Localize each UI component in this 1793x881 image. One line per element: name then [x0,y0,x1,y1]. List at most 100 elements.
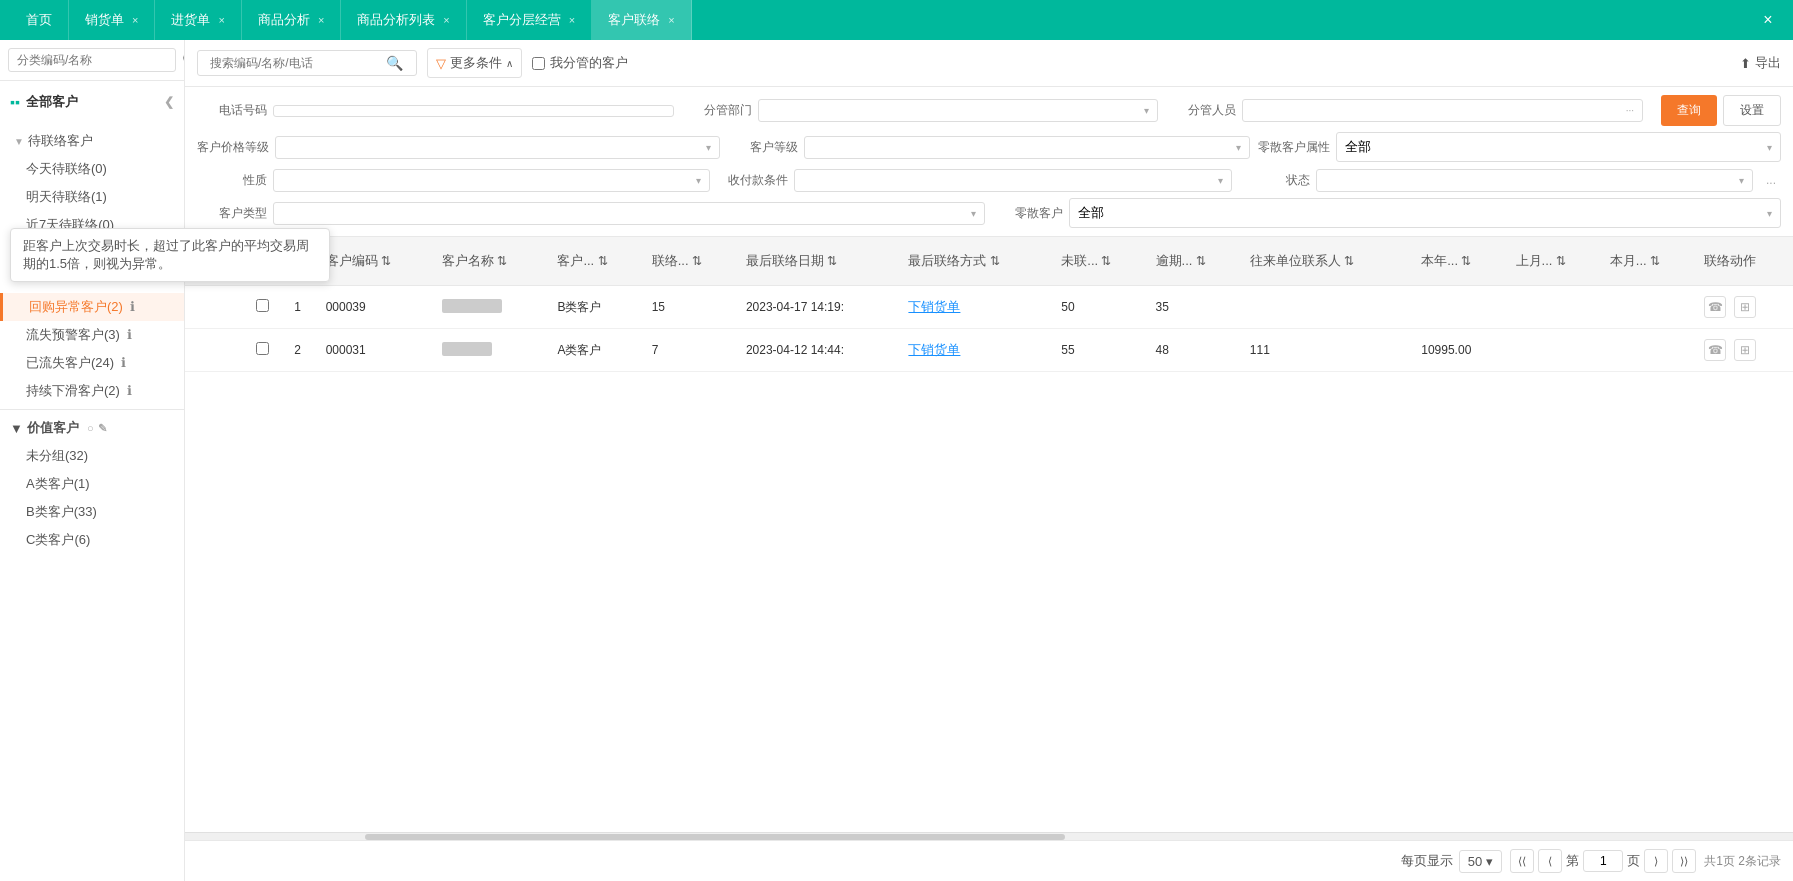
scrollbar-thumb[interactable] [365,834,1065,840]
close-icon[interactable]: × [132,14,138,26]
sidebar-item-tomorrow-pending[interactable]: 明天待联络(1) [0,183,184,211]
sidebar-item-b-class[interactable]: B类客户(33) [0,498,184,526]
col-contact-count[interactable]: 联络... ⇅ [644,237,738,286]
nav-tab-purchase[interactable]: 进货单 × [155,0,241,40]
filter-gender: 性质 ▾ [197,169,710,192]
arrow-down-icon: ▼ [14,136,24,147]
search-input[interactable] [206,51,386,75]
close-icon[interactable]: × [218,14,224,26]
col-customer-name[interactable]: 客户名称 ⇅ [434,237,550,286]
sidebar: 🔍 ▪▪ 全部客户 ❮ ▼ 待联络客户 今天待联络(0) 明天待联络(1) 近7… [0,40,185,881]
sidebar-all-customers-header[interactable]: ▪▪ 全部客户 ❮ [0,87,184,117]
filter-phone-input[interactable] [273,105,674,117]
filter-dept-select[interactable]: ▾ [758,99,1159,122]
row-settings-cell [185,286,248,329]
col-overdue[interactable]: 逾期... ⇅ [1148,237,1242,286]
sidebar-item-churn-warning[interactable]: 流失预警客户(3) ℹ [0,321,184,349]
row-unit-contact-cell [1242,286,1413,329]
last-page-button[interactable]: ⟩⟩ [1672,849,1696,873]
query-button[interactable]: 查询 [1661,95,1717,126]
info-icon: ℹ [127,383,132,398]
filter-phone: 电话号码 [197,102,674,119]
horizontal-scrollbar[interactable] [185,832,1793,840]
action-icons: ☎ ⊞ [1704,296,1785,318]
info-icon: ℹ [127,327,132,342]
nav-tab-customer-tier[interactable]: 客户分层经营 × [467,0,592,40]
chevron-down-icon: ▾ [1218,175,1223,186]
window-close-button[interactable]: × [1753,5,1783,35]
prev-page-button[interactable]: ⟨ [1538,849,1562,873]
row-level-cell: A类客户 [549,329,643,372]
sidebar-search-input[interactable] [8,48,176,72]
sidebar-item-declining[interactable]: 持续下滑客户(2) ℹ [0,377,184,405]
filter-gender-select[interactable]: ▾ [273,169,710,192]
contact-icon-btn[interactable]: ☎ [1704,339,1726,361]
per-page-select[interactable]: 50 ▾ [1459,850,1502,873]
nav-tab-home[interactable]: 首页 [10,0,69,40]
my-customers-checkbox[interactable] [532,57,545,70]
col-last-contact-date[interactable]: 最后联络日期 ⇅ [738,237,901,286]
grid-icon-btn[interactable]: ⊞ [1734,296,1756,318]
filter-price-level-select[interactable]: ▾ [275,136,720,159]
nav-tab-sales[interactable]: 销货单 × [69,0,155,40]
close-icon[interactable]: × [569,14,575,26]
col-this-month[interactable]: 本月... ⇅ [1602,237,1696,286]
last-method-link[interactable]: 下销货单 [908,342,960,357]
col-uncontacted[interactable]: 未联... ⇅ [1053,237,1147,286]
more-conditions-button[interactable]: ▽ 更多条件 ∧ [427,48,522,78]
close-icon[interactable]: × [668,14,674,26]
chevron-down-icon: ▾ [1486,854,1493,869]
row-code-cell: 000039 [318,286,434,329]
sidebar-collapse-icon[interactable]: ❮ [164,95,174,109]
col-this-year[interactable]: 本年... ⇅ [1413,237,1507,286]
page-number-input[interactable] [1583,850,1623,872]
sidebar-item-c-class[interactable]: C类客户(6) [0,526,184,554]
col-customer-level[interactable]: 客户... ⇅ [549,237,643,286]
sidebar-divider [0,409,184,410]
total-info: 共1页 2条记录 [1704,853,1781,870]
nav-tab-customer-contact[interactable]: 客户联络 × [592,0,691,40]
last-method-link[interactable]: 下销货单 [908,299,960,314]
nav-tab-product-analysis[interactable]: 商品分析 × [242,0,341,40]
filter-more-button[interactable]: ... [1761,168,1781,192]
sidebar-item-a-class[interactable]: A类客户(1) [0,470,184,498]
next-page-button[interactable]: ⟩ [1644,849,1668,873]
chevron-down-icon: ▾ [1767,208,1772,219]
filter-retail-customer-select[interactable]: 全部 ▾ [1069,198,1781,228]
row-num-cell: 2 [278,329,318,372]
sidebar-item-repurchase-abnormal[interactable]: 回购异常客户(2) ℹ [0,293,184,321]
col-unit-contact[interactable]: 往来单位联系人 ⇅ [1242,237,1413,286]
sidebar-item-today-pending[interactable]: 今天待联络(0) [0,155,184,183]
sidebar-item-ungrouped[interactable]: 未分组(32) [0,442,184,470]
row-checkbox[interactable] [256,342,269,355]
filter-retail-attr-select[interactable]: 全部 ▾ [1336,132,1781,162]
filter-status: 状态 ▾ [1240,169,1753,192]
nav-tab-product-analysis-list[interactable]: 商品分析列表 × [341,0,466,40]
col-customer-code[interactable]: 客户编码 ⇅ [318,237,434,286]
edit-icon[interactable]: ✎ [98,422,107,435]
search-icon[interactable]: 🔍 [386,55,403,71]
row-contact-cell: 7 [644,329,738,372]
sidebar-pending-group-header[interactable]: ▼ 待联络客户 [0,127,184,155]
filter-status-select[interactable]: ▾ [1316,169,1753,192]
grid-icon-btn[interactable]: ⊞ [1734,339,1756,361]
filter-panel: 电话号码 分管部门 ▾ 分管人员 ··· [185,87,1793,237]
contact-icon-btn[interactable]: ☎ [1704,296,1726,318]
filter-customer-type-select[interactable]: ▾ [273,202,985,225]
filter-manager-select[interactable]: ··· [1242,99,1643,122]
filter-customer-level-select[interactable]: ▾ [804,136,1251,159]
close-icon[interactable]: × [443,14,449,26]
close-icon[interactable]: × [318,14,324,26]
sidebar-item-churned[interactable]: 已流失客户(24) ℹ [0,349,184,377]
chevron-down-icon: ▾ [1739,175,1744,186]
col-last-month[interactable]: 上月... ⇅ [1508,237,1602,286]
settings-button[interactable]: 设置 [1723,95,1781,126]
col-last-contact-method[interactable]: 最后联络方式 ⇅ [900,237,1053,286]
export-button[interactable]: ⬆ 导出 [1740,54,1781,72]
row-checkbox[interactable] [256,299,269,312]
first-page-button[interactable]: ⟨⟨ [1510,849,1534,873]
filter-payment-select[interactable]: ▾ [794,169,1231,192]
filter-icon: ▽ [436,56,446,71]
filter-customer-level: 客户等级 ▾ [728,136,1251,159]
sidebar-value-customers-header[interactable]: ▼ 价值客户 ○ ✎ [0,414,184,442]
